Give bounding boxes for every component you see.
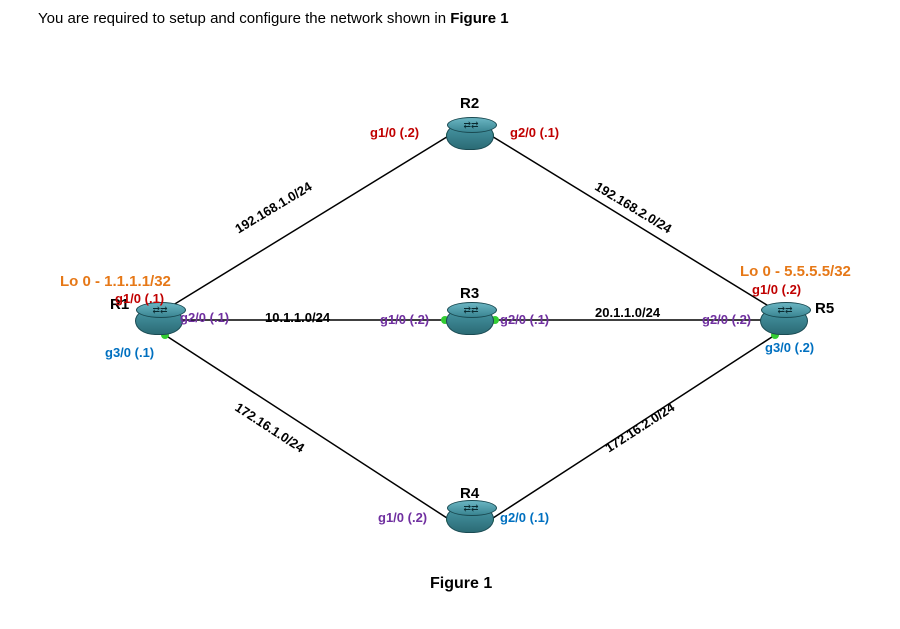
- iface-r4-g1-0: g1/0 (.2): [378, 510, 427, 525]
- iface-r5-g3-0: g3/0 (.2): [765, 340, 814, 355]
- iface-r5-g1-0: g1/0 (.2): [752, 282, 801, 297]
- figure-caption: Figure 1: [430, 575, 492, 593]
- subnet-r3-r5: 20.1.1.0/24: [595, 305, 660, 320]
- subnet-r1-r2: 192.168.1.0/24: [232, 179, 314, 237]
- iface-r2-g2-0: g2/0 (.1): [510, 125, 559, 140]
- loopback-r1: Lo 0 - 1.1.1.1/32: [60, 273, 171, 290]
- router-r3-label: R3: [460, 285, 479, 302]
- iface-r1-g1-0: g1/0 (.1): [115, 291, 164, 306]
- router-r1: ⇄⇄: [135, 307, 183, 335]
- router-r4: ⇄⇄: [446, 505, 494, 533]
- subnet-r1-r3: 10.1.1.0/24: [265, 310, 330, 325]
- iface-r1-g3-0: g3/0 (.1): [105, 345, 154, 360]
- iface-r4-g2-0: g2/0 (.1): [500, 510, 549, 525]
- iface-r3-g1-0: g1/0 (.2): [380, 312, 429, 327]
- subnet-r4-r5: 172.16.2.0/24: [602, 400, 677, 456]
- router-r2: ⇄⇄: [446, 122, 494, 150]
- router-r5-label: R5: [815, 300, 834, 317]
- subnet-r2-r5: 192.168.2.0/24: [592, 179, 674, 237]
- router-r3: ⇄⇄: [446, 307, 494, 335]
- router-r2-label: R2: [460, 95, 479, 112]
- loopback-r5: Lo 0 - 5.5.5.5/32: [740, 263, 851, 280]
- subnet-r1-r4: 172.16.1.0/24: [232, 400, 307, 456]
- iface-r5-g2-0: g2/0 (.2): [702, 312, 751, 327]
- router-r4-label: R4: [460, 485, 479, 502]
- router-r5: ⇄⇄: [760, 307, 808, 335]
- iface-r1-g2-0: g2/0 (.1): [180, 310, 229, 325]
- instruction-bold: Figure 1: [450, 10, 508, 27]
- iface-r2-g1-0: g1/0 (.2): [370, 125, 419, 140]
- instruction-text: You are required to setup and configure …: [38, 10, 509, 27]
- iface-r3-g2-0: g2/0 (.1): [500, 312, 549, 327]
- instruction-prefix: You are required to setup and configure …: [38, 10, 450, 27]
